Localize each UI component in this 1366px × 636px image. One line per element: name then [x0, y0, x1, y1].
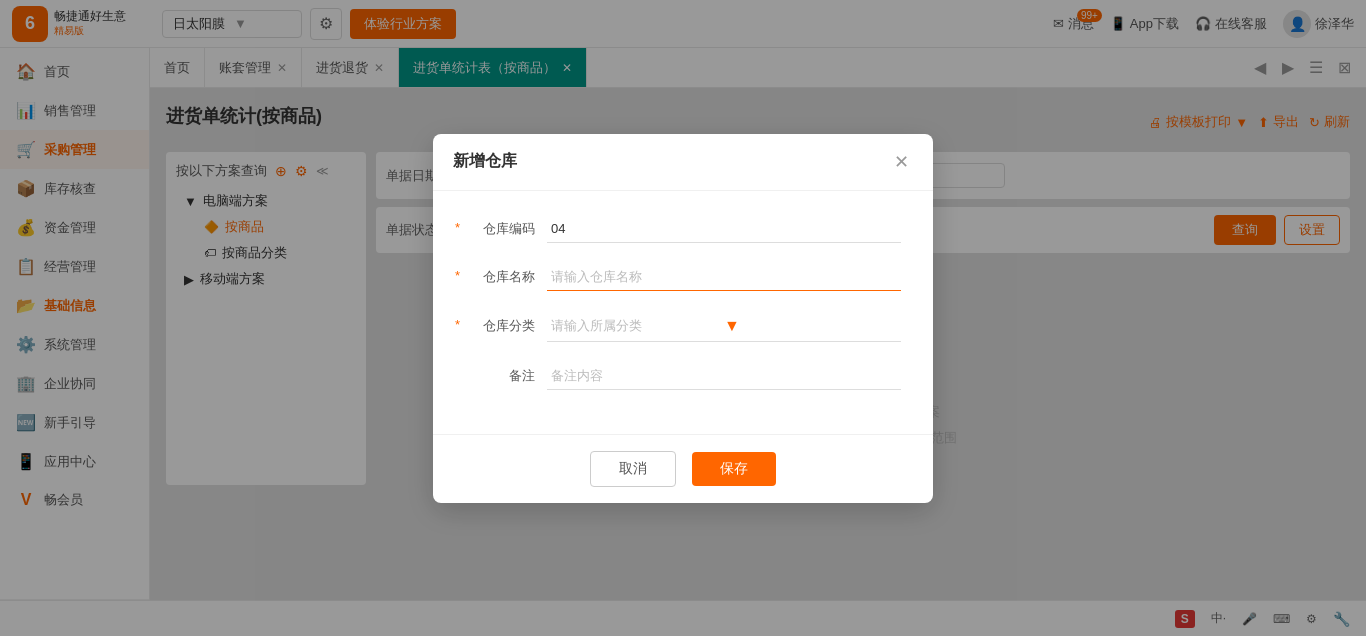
warehouse-remark-field: 备注 — [465, 362, 901, 390]
warehouse-category-select[interactable]: 请输入所属分类 ▼ — [547, 311, 901, 342]
modal-close-button[interactable]: ✕ — [889, 150, 913, 174]
warehouse-name-label: 仓库名称 — [465, 268, 535, 286]
warehouse-category-field: 仓库分类 请输入所属分类 ▼ — [465, 311, 901, 342]
warehouse-name-field: 仓库名称 — [465, 263, 901, 291]
modal-footer: 取消 保存 — [433, 434, 933, 503]
warehouse-category-label: 仓库分类 — [465, 317, 535, 335]
cancel-button[interactable]: 取消 — [590, 451, 676, 487]
modal-body: 仓库编码 仓库名称 仓库分类 请输入所属分类 ▼ 备注 — [433, 191, 933, 434]
modal-overlay: 新增仓库 ✕ 仓库编码 仓库名称 仓库分类 请输入所属分类 ▼ — [0, 0, 1366, 636]
warehouse-category-arrow: ▼ — [724, 317, 897, 335]
warehouse-remark-label: 备注 — [465, 367, 535, 385]
warehouse-code-field: 仓库编码 — [465, 215, 901, 243]
warehouse-code-label: 仓库编码 — [465, 220, 535, 238]
new-warehouse-modal: 新增仓库 ✕ 仓库编码 仓库名称 仓库分类 请输入所属分类 ▼ — [433, 134, 933, 503]
save-button[interactable]: 保存 — [692, 452, 776, 486]
warehouse-code-input[interactable] — [547, 215, 901, 243]
warehouse-category-placeholder: 请输入所属分类 — [551, 317, 724, 335]
warehouse-remark-input[interactable] — [547, 362, 901, 390]
modal-header: 新增仓库 ✕ — [433, 134, 933, 191]
warehouse-name-input[interactable] — [547, 263, 901, 291]
modal-title: 新增仓库 — [453, 151, 517, 172]
